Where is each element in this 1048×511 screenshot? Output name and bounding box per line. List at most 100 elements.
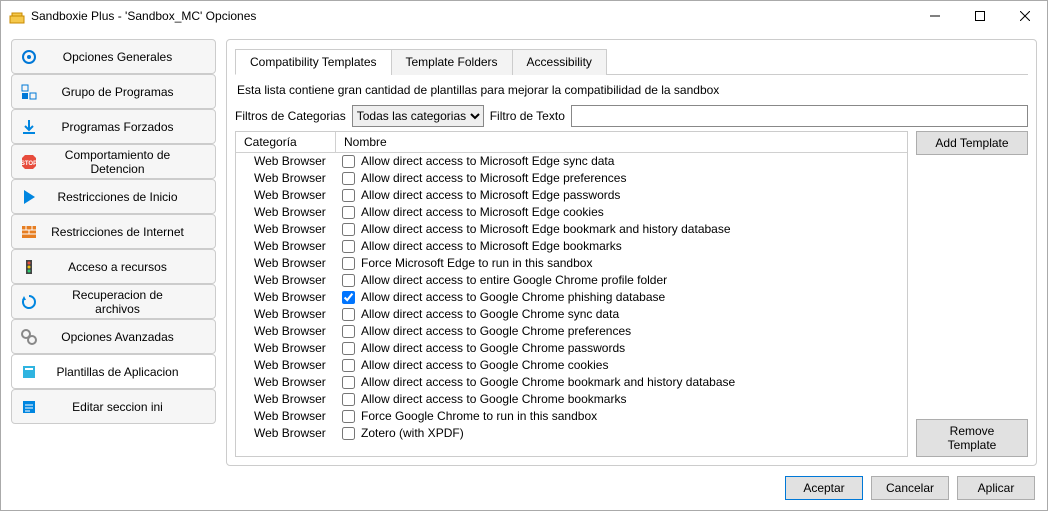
traffic-light-icon: [18, 256, 40, 278]
table-row[interactable]: Web BrowserAllow direct access to Google…: [236, 357, 907, 374]
table-row[interactable]: Web BrowserAllow direct access to Micros…: [236, 153, 907, 170]
remove-template-button[interactable]: Remove Template: [916, 419, 1028, 457]
gear-icon: [18, 46, 40, 68]
sidebar-item-group[interactable]: Grupo de Programas: [11, 74, 216, 109]
tab-accessibility[interactable]: Accessibility: [512, 49, 607, 75]
download-icon: [18, 116, 40, 138]
sidebar-item-advanced[interactable]: Opciones Avanzadas: [11, 319, 216, 354]
row-name: Allow direct access to Google Chrome phi…: [361, 289, 665, 306]
table-row[interactable]: Web BrowserForce Microsoft Edge to run i…: [236, 255, 907, 272]
minimize-button[interactable]: [912, 1, 957, 31]
filter-bar: Filtros de Categorias Todas las categori…: [235, 105, 1028, 127]
row-name: Allow direct access to Microsoft Edge bo…: [361, 238, 622, 255]
template-checkbox[interactable]: [342, 189, 355, 202]
row-name: Allow direct access to Google Chrome pre…: [361, 323, 631, 340]
recycle-icon: [18, 291, 40, 313]
apply-button[interactable]: Aplicar: [957, 476, 1035, 500]
sidebar-item-ini[interactable]: Editar seccion ini: [11, 389, 216, 424]
row-category: Web Browser: [236, 221, 336, 238]
row-name: Allow direct access to Google Chrome boo…: [361, 391, 626, 408]
play-icon: [18, 186, 40, 208]
table-row[interactable]: Web BrowserAllow direct access to Google…: [236, 323, 907, 340]
row-name: Allow direct access to Google Chrome boo…: [361, 374, 735, 391]
sidebar-item-templates[interactable]: Plantillas de Aplicacion: [11, 354, 216, 389]
col-category[interactable]: Categoría: [236, 132, 336, 152]
tab-compatibility[interactable]: Compatibility Templates: [235, 49, 392, 75]
table-row[interactable]: Web BrowserAllow direct access to Google…: [236, 340, 907, 357]
table-body[interactable]: Web Browser Allow direct access to Micros…: [236, 153, 907, 456]
row-name: Allow direct access to Google Chrome pas…: [361, 340, 625, 357]
text-filter-label: Filtro de Texto: [490, 109, 565, 123]
template-checkbox[interactable]: [342, 240, 355, 253]
table-row[interactable]: Web Browser Allow direct access to Micros…: [236, 238, 907, 255]
table-row[interactable]: Web Browser Allow direct access to Google…: [236, 289, 907, 306]
template-checkbox[interactable]: [342, 393, 355, 406]
row-name: Force Google Chrome to run in this sandb…: [361, 408, 597, 425]
table-row[interactable]: Web BrowserAllow direct access to Micros…: [236, 170, 907, 187]
template-checkbox[interactable]: [342, 410, 355, 423]
template-checkbox[interactable]: [342, 223, 355, 236]
sidebar-item-label: Restricciones de Internet: [50, 225, 215, 239]
svg-text:STOP: STOP: [21, 161, 37, 167]
firewall-icon: [18, 221, 40, 243]
sidebar-item-start[interactable]: Restricciones de Inicio: [11, 179, 216, 214]
template-checkbox[interactable]: [342, 342, 355, 355]
ini-icon: [18, 396, 40, 418]
table-row[interactable]: Web Browser Force Google Chrome to run in…: [236, 408, 907, 425]
cancel-button[interactable]: Cancelar: [871, 476, 949, 500]
row-category: Web Browser: [236, 408, 336, 425]
tabs: Compatibility Templates Template Folders…: [235, 48, 1028, 75]
row-category: Web Browser: [236, 289, 336, 306]
table-row[interactable]: Web BrowserAllow direct access to entire…: [236, 272, 907, 289]
template-checkbox[interactable]: [342, 274, 355, 287]
row-category: Web Browser: [236, 187, 336, 204]
tab-folders[interactable]: Template Folders: [391, 49, 513, 75]
row-category: Web Browser: [236, 391, 336, 408]
text-filter-input[interactable]: [571, 105, 1028, 127]
template-checkbox[interactable]: [342, 376, 355, 389]
template-checkbox[interactable]: [342, 291, 355, 304]
col-name[interactable]: Nombre: [336, 132, 907, 152]
sidebar-item-recovery[interactable]: Recuperacion de archivos: [11, 284, 216, 319]
add-template-button[interactable]: Add Template: [916, 131, 1028, 155]
table-row[interactable]: Web BrowserAllow direct access to Micros…: [236, 221, 907, 238]
sidebar-item-stop[interactable]: STOP Comportamiento de Detencion: [11, 144, 216, 179]
row-name: Allow direct access to Google Chrome syn…: [361, 306, 619, 323]
table-row[interactable]: Web Browser Allow direct access to Google…: [236, 391, 907, 408]
table-row[interactable]: Web BrowserAllow direct access to Micros…: [236, 204, 907, 221]
template-checkbox[interactable]: [342, 155, 355, 168]
close-button[interactable]: [1002, 1, 1047, 31]
template-checkbox[interactable]: [342, 427, 355, 440]
template-checkbox[interactable]: [342, 172, 355, 185]
template-checkbox[interactable]: [342, 325, 355, 338]
sidebar-item-label: Editar seccion ini: [50, 400, 215, 414]
table-header: Categoría Nombre: [236, 132, 907, 153]
category-select[interactable]: Todas las categorias: [352, 105, 484, 127]
maximize-button[interactable]: [957, 1, 1002, 31]
template-checkbox[interactable]: [342, 206, 355, 219]
template-table: Categoría Nombre Web BrowserAllow direct…: [235, 131, 908, 457]
template-checkbox[interactable]: [342, 359, 355, 372]
template-checkbox[interactable]: [342, 257, 355, 270]
table-row[interactable]: Web BrowserAllow direct access to Google…: [236, 374, 907, 391]
ok-button[interactable]: Aceptar: [785, 476, 863, 500]
row-category: Web Browser: [236, 204, 336, 221]
main-panel: Compatibility Templates Template Folders…: [226, 39, 1037, 466]
sidebar-item-forced[interactable]: Programas Forzados: [11, 109, 216, 144]
sidebar-item-general[interactable]: Opciones Generales: [11, 39, 216, 74]
table-row[interactable]: Web BrowserAllow direct access to Google…: [236, 306, 907, 323]
template-checkbox[interactable]: [342, 308, 355, 321]
description-text: Esta lista contiene gran cantidad de pla…: [237, 83, 1026, 97]
row-category: Web Browser: [236, 272, 336, 289]
row-name: Zotero (with XPDF): [361, 425, 464, 442]
row-category: Web Browser: [236, 238, 336, 255]
sidebar-item-internet[interactable]: Restricciones de Internet: [11, 214, 216, 249]
table-row[interactable]: Web BrowserZotero (with XPDF): [236, 425, 907, 442]
sidebar-item-resources[interactable]: Acceso a recursos: [11, 249, 216, 284]
category-filter-label: Filtros de Categorias: [235, 109, 346, 123]
row-name: Allow direct access to Microsoft Edge pa…: [361, 187, 620, 204]
table-row[interactable]: Web Browser Allow direct access to Micros…: [236, 187, 907, 204]
row-category: Web Browser: [236, 357, 336, 374]
row-category: Web Browser: [236, 170, 336, 187]
sidebar-item-label: Restricciones de Inicio: [50, 190, 215, 204]
